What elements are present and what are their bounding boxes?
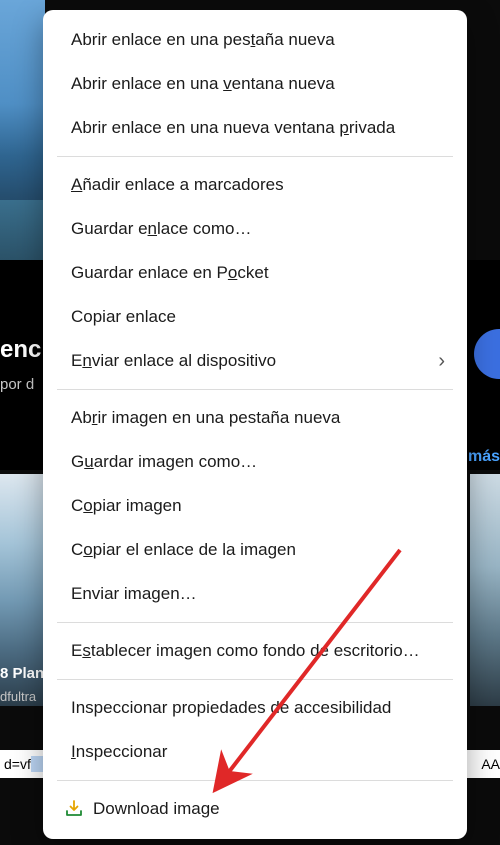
menu-open-link-private-window[interactable]: Abrir enlace en una nueva ventana privad…	[43, 106, 467, 150]
bg-thumbnail-subtitle: dfultra	[0, 689, 36, 704]
menu-save-image-as[interactable]: Guardar imagen como…	[43, 440, 467, 484]
url-tail-fragment: AA	[481, 750, 500, 778]
menu-open-link-new-window[interactable]: Abrir enlace en una ventana nueva	[43, 62, 467, 106]
download-icon	[65, 800, 87, 818]
menu-item-label: Copiar enlace	[71, 307, 445, 327]
menu-item-label: Guardar enlace como…	[71, 219, 445, 239]
menu-item-label: Enviar enlace al dispositivo	[71, 351, 438, 371]
menu-open-link-new-tab[interactable]: Abrir enlace en una pestaña nueva	[43, 18, 467, 62]
menu-copy-image[interactable]: Copiar imagen	[43, 484, 467, 528]
menu-inspect[interactable]: Inspeccionar	[43, 730, 467, 774]
bg-photo-fragment	[0, 200, 45, 260]
menu-item-label: Copiar imagen	[71, 496, 445, 516]
menu-set-wallpaper[interactable]: Establecer imagen como fondo de escritor…	[43, 629, 467, 673]
menu-inspect-accessibility[interactable]: Inspeccionar propiedades de accesibilida…	[43, 686, 467, 730]
menu-item-label: Abrir enlace en una ventana nueva	[71, 74, 445, 94]
menu-download-image[interactable]: Download image	[43, 787, 467, 831]
menu-item-label: Copiar el enlace de la imagen	[71, 540, 445, 560]
menu-separator	[57, 156, 453, 157]
menu-save-link-as[interactable]: Guardar enlace como…	[43, 207, 467, 251]
menu-item-label: Enviar imagen…	[71, 584, 445, 604]
bg-subheading-fragment: por d	[0, 376, 34, 393]
menu-separator	[57, 622, 453, 623]
bg-heading-fragment: enc	[0, 336, 41, 364]
menu-separator	[57, 679, 453, 680]
bg-thumbnail-title: 8 Plan	[0, 665, 44, 682]
context-menu: Abrir enlace en una pestaña nueva Abrir …	[43, 10, 467, 839]
chevron-right-icon: ›	[438, 350, 445, 373]
bg-more-link[interactable]: más	[468, 448, 500, 466]
url-fragment: d=vf	[4, 756, 31, 772]
bg-thumbnail[interactable]	[470, 474, 500, 706]
menu-copy-image-link[interactable]: Copiar el enlace de la imagen	[43, 528, 467, 572]
menu-item-label: Guardar imagen como…	[71, 452, 445, 472]
menu-send-link-to-device[interactable]: Enviar enlace al dispositivo ›	[43, 339, 467, 383]
menu-item-label: Download image	[93, 799, 445, 819]
menu-send-image[interactable]: Enviar imagen…	[43, 572, 467, 616]
menu-bookmark-link[interactable]: Añadir enlace a marcadores	[43, 163, 467, 207]
menu-copy-link[interactable]: Copiar enlace	[43, 295, 467, 339]
menu-item-label: Añadir enlace a marcadores	[71, 175, 445, 195]
menu-item-label: Abrir imagen en una pestaña nueva	[71, 408, 445, 428]
menu-open-image-new-tab[interactable]: Abrir imagen en una pestaña nueva	[43, 396, 467, 440]
menu-item-label: Guardar enlace en Pocket	[71, 263, 445, 283]
menu-item-label: Inspeccionar	[71, 742, 445, 762]
menu-separator	[57, 780, 453, 781]
menu-save-link-pocket[interactable]: Guardar enlace en Pocket	[43, 251, 467, 295]
menu-item-label: Abrir enlace en una pestaña nueva	[71, 30, 445, 50]
menu-item-label: Establecer imagen como fondo de escritor…	[71, 641, 445, 661]
menu-item-label: Inspeccionar propiedades de accesibilida…	[71, 698, 445, 718]
menu-separator	[57, 389, 453, 390]
menu-item-label: Abrir enlace en una nueva ventana privad…	[71, 118, 445, 138]
